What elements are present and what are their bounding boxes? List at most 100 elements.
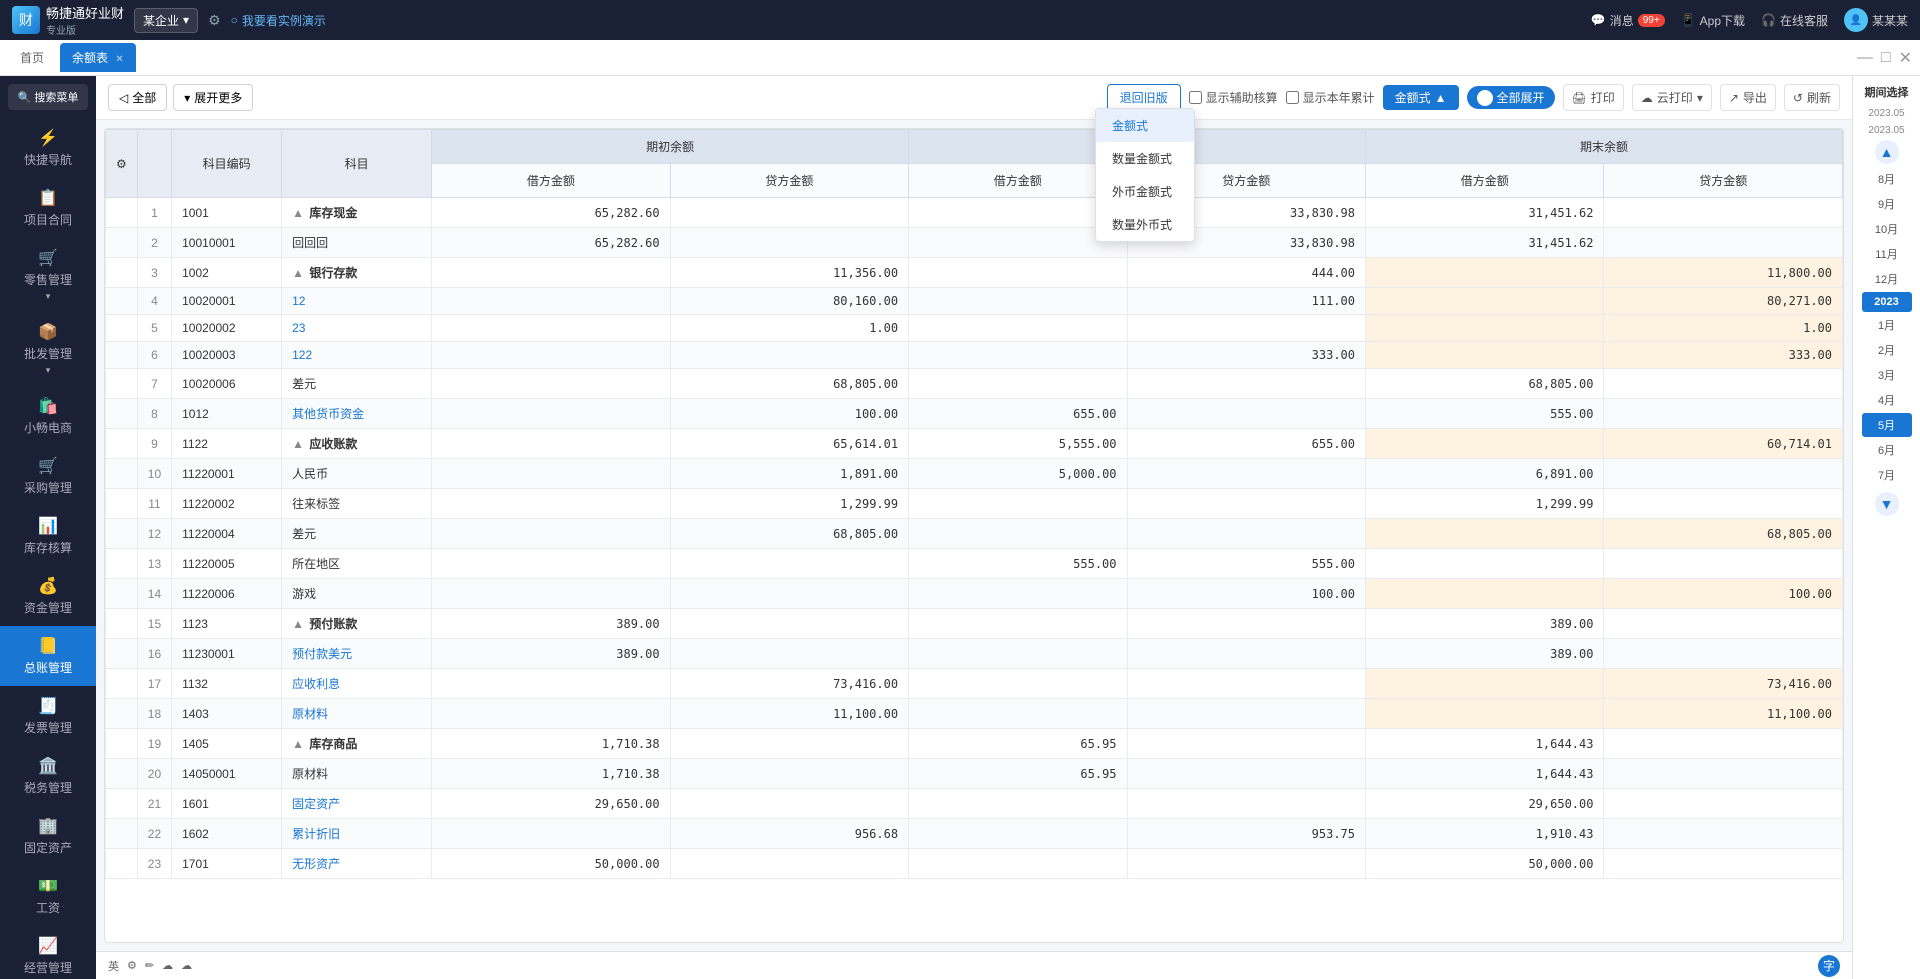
sidebar-item-payroll[interactable]: 💵 工资: [0, 866, 96, 926]
period-month-item[interactable]: 11月: [1862, 242, 1912, 266]
table-row[interactable]: 211601固定资产29,650.0029,650.00: [106, 789, 1843, 819]
row-amount-cell: [432, 669, 670, 699]
table-row[interactable]: 191405▲ 库存商品1,710.3865.951,644.43: [106, 729, 1843, 759]
auxiliary-checkbox-input[interactable]: [1189, 91, 1202, 104]
sidebar-item-invoice[interactable]: 🧾 发票管理: [0, 686, 96, 746]
sidebar-item-ecommerce[interactable]: 🛍️ 小畅电商: [0, 386, 96, 446]
period-month-item[interactable]: 12月: [1862, 267, 1912, 291]
online-service-button[interactable]: 🎧 在线客服: [1761, 12, 1828, 29]
export-button[interactable]: ↗ 导出: [1720, 84, 1776, 111]
table-row[interactable]: 1011220001人民币1,891.005,000.006,891.00: [106, 459, 1843, 489]
status-cloud2-button[interactable]: ☁: [181, 959, 192, 972]
user-avatar[interactable]: 👤 某某某: [1844, 8, 1908, 32]
sidebar-item-quick-nav[interactable]: ⚡ 快捷导航: [0, 118, 96, 178]
table-row[interactable]: 1311220005所在地区555.00555.00: [106, 549, 1843, 579]
period-month-item[interactable]: 9月: [1862, 192, 1912, 216]
tab-home[interactable]: 首页: [8, 43, 56, 72]
show-yearly-checkbox[interactable]: 显示本年累计: [1286, 89, 1375, 106]
row-amount-cell: 100.00: [670, 399, 908, 429]
app-download-button[interactable]: 📱 App下载: [1681, 12, 1745, 29]
table-row[interactable]: 1411220006游戏100.00100.00: [106, 579, 1843, 609]
dropdown-item-qty-foreign[interactable]: 数量外币式: [1096, 208, 1194, 241]
sidebar-item-inventory[interactable]: 📊 库存核算: [0, 506, 96, 566]
status-cloud1-button[interactable]: ☁: [162, 959, 173, 972]
table-row[interactable]: 151123▲ 预付账款389.00389.00: [106, 609, 1843, 639]
table-row[interactable]: 231701无形资产50,000.0050,000.00: [106, 849, 1843, 879]
sidebar-item-operations[interactable]: 📈 经营管理: [0, 926, 96, 979]
sidebar-item-wholesale[interactable]: 📦 批发管理 ▾: [0, 312, 96, 386]
table-row[interactable]: 1211220004差元68,805.0068,805.00: [106, 519, 1843, 549]
table-row[interactable]: 2014050001原材料1,710.3865.951,644.43: [106, 759, 1843, 789]
status-chat-button[interactable]: 字: [1818, 955, 1840, 977]
company-dropdown[interactable]: 某企业 ▾: [134, 8, 198, 33]
lang-button[interactable]: 英: [108, 958, 119, 974]
window-minimize-button[interactable]: —: [1857, 49, 1873, 67]
table-row[interactable]: 221602累计折旧956.68953.751,910.43: [106, 819, 1843, 849]
yearly-checkbox-input[interactable]: [1286, 91, 1299, 104]
print-button[interactable]: 🖨 打印: [1563, 84, 1624, 111]
period-month-item[interactable]: 3月: [1862, 363, 1912, 387]
status-settings-button[interactable]: ⚙: [127, 959, 137, 972]
sidebar-search[interactable]: 🔍 搜索菜单: [8, 84, 88, 110]
dropdown-item-foreign-amount[interactable]: 外币金额式: [1096, 175, 1194, 208]
settings-button[interactable]: ⚙: [208, 12, 221, 29]
demo-link[interactable]: ○ 我要看实例演示: [231, 12, 326, 29]
tab-close-icon[interactable]: ✕: [115, 54, 123, 65]
tab-balance[interactable]: 余额表 ✕: [60, 43, 136, 72]
sidebar-item-project[interactable]: 📋 项目合同: [0, 178, 96, 238]
message-button[interactable]: 💬 消息 99+: [1591, 12, 1665, 29]
period-month-item[interactable]: 6月: [1862, 438, 1912, 462]
table-row[interactable]: 510020002231.001.00: [106, 315, 1843, 342]
status-edit-button[interactable]: ✏: [145, 959, 154, 972]
period-month-item[interactable]: 2月: [1862, 338, 1912, 362]
all-button[interactable]: ◁ 全部: [108, 84, 167, 111]
period-month-item[interactable]: 4月: [1862, 388, 1912, 412]
table-row[interactable]: 610020003122333.00333.00: [106, 342, 1843, 369]
table-row[interactable]: 210010001回回回65,282.6033,830.9831,451.62: [106, 228, 1843, 258]
table-row[interactable]: 1111220002往来标签1,299.991,299.99: [106, 489, 1843, 519]
window-close-button[interactable]: ✕: [1899, 48, 1912, 68]
table-row[interactable]: 181403原材料11,100.0011,100.00: [106, 699, 1843, 729]
table-row[interactable]: 31002▲ 银行存款11,356.00444.0011,800.00: [106, 258, 1843, 288]
period-month-item[interactable]: 1月: [1862, 313, 1912, 337]
amount-style-button[interactable]: 金额式 ▲: [1383, 85, 1459, 110]
window-maximize-button[interactable]: □: [1881, 49, 1891, 67]
status-bar: 英 ⚙ ✏ ☁ ☁ 字: [96, 951, 1852, 979]
row-amount-cell: 65.95: [909, 759, 1127, 789]
period-month-item[interactable]: 5月: [1862, 413, 1912, 437]
dropdown-item-amount[interactable]: 金额式: [1096, 109, 1194, 142]
cloud-print-button[interactable]: ☁ 云打印 ▾: [1632, 84, 1712, 111]
period-month-item[interactable]: 2023: [1862, 292, 1912, 312]
show-auxiliary-checkbox[interactable]: 显示辅助核算: [1189, 89, 1278, 106]
row-name-cell: 应收利息: [282, 669, 432, 699]
dropdown-item-qty-amount[interactable]: 数量金额式: [1096, 142, 1194, 175]
table-row[interactable]: 81012其他货币资金100.00655.00555.00: [106, 399, 1843, 429]
table-row[interactable]: 1611230001预付款美元389.00389.00: [106, 639, 1843, 669]
settings-col-header[interactable]: ⚙: [106, 130, 138, 198]
sidebar-item-purchase[interactable]: 🛒 采购管理: [0, 446, 96, 506]
sidebar-item-ledger[interactable]: 📒 总账管理: [0, 626, 96, 686]
expand-button[interactable]: ▾ 展开更多: [173, 84, 253, 111]
sidebar-item-assets[interactable]: 🏢 固定资产: [0, 806, 96, 866]
table-row[interactable]: 171132应收利息73,416.0073,416.00: [106, 669, 1843, 699]
row-amount-cell: 655.00: [1127, 429, 1365, 459]
table-row[interactable]: 710020006差元68,805.0068,805.00: [106, 369, 1843, 399]
sidebar-item-tax[interactable]: 🏛️ 税务管理: [0, 746, 96, 806]
table-row[interactable]: 91122▲ 应收账款65,614.015,555.00655.0060,714…: [106, 429, 1843, 459]
period-month-item[interactable]: 10月: [1862, 217, 1912, 241]
sidebar-item-retail[interactable]: 🛒 零售管理 ▾: [0, 238, 96, 312]
period-nav-up[interactable]: ▲: [1875, 140, 1899, 164]
back-old-version-button[interactable]: 退回旧版: [1107, 84, 1181, 111]
row-amount-cell: 555.00: [1366, 399, 1604, 429]
row-amount-cell: [1366, 258, 1604, 288]
period-month-item[interactable]: 8月: [1862, 167, 1912, 191]
table-row[interactable]: 4100200011280,160.00111.0080,271.00: [106, 288, 1843, 315]
sidebar-item-funds[interactable]: 💰 资金管理: [0, 566, 96, 626]
row-amount-cell: 6,891.00: [1366, 459, 1604, 489]
expand-all-toggle[interactable]: 全部展开: [1467, 86, 1555, 109]
period-month-item[interactable]: 7月: [1862, 463, 1912, 487]
refresh-button[interactable]: ↺ 刷新: [1784, 84, 1840, 111]
period-nav-down[interactable]: ▼: [1875, 492, 1899, 516]
table-row[interactable]: 11001▲ 库存现金65,282.6033,830.9831,451.62: [106, 198, 1843, 228]
row-code-cell: 1132: [172, 669, 282, 699]
